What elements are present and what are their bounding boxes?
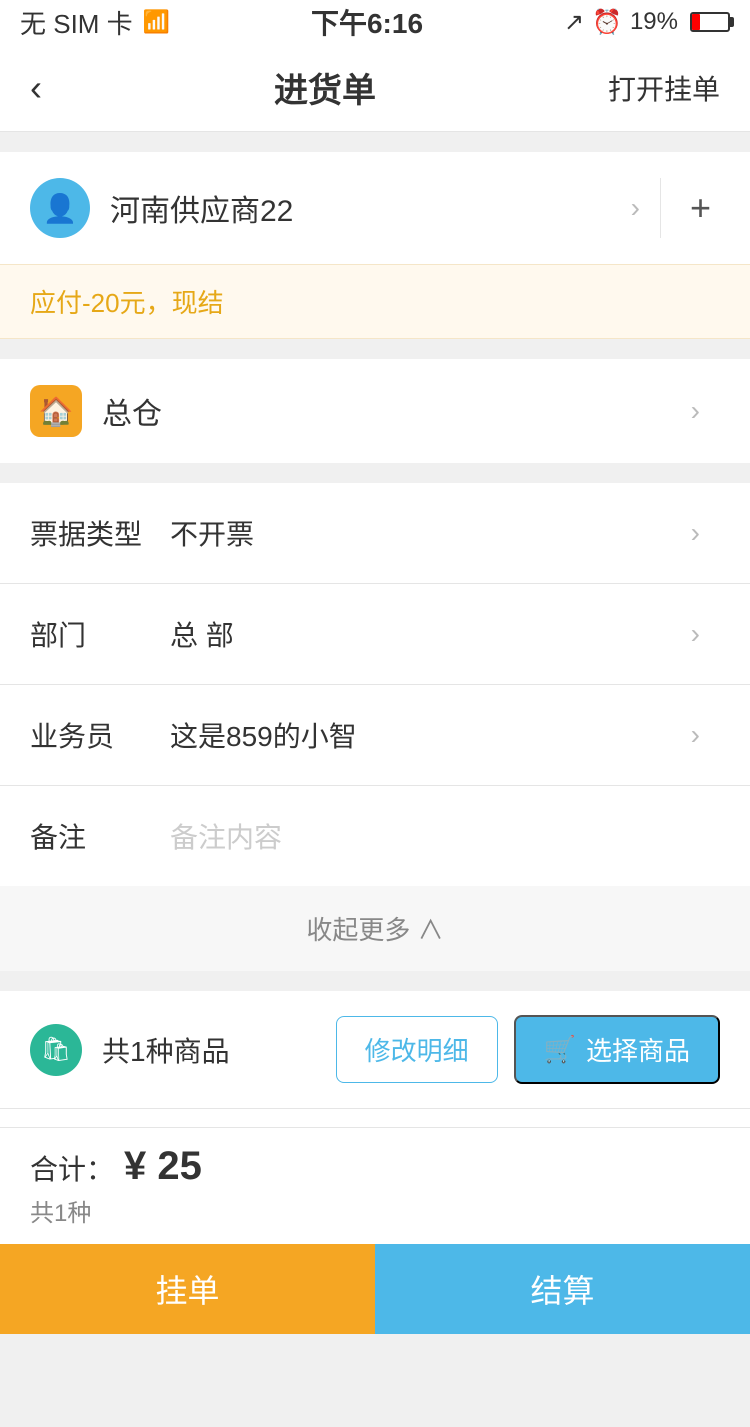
product-icon: 🛍 [30, 1024, 82, 1076]
wifi-icon: 📶 [143, 9, 170, 35]
action-buttons: 挂单 结算 [0, 1244, 750, 1334]
settle-button[interactable]: 结算 [375, 1244, 750, 1334]
status-bar: 无 SIM 卡 📶 下午6:16 ↗ ⏰ 19% [0, 0, 750, 44]
pending-button[interactable]: 挂单 [0, 1244, 375, 1334]
supplier-row: 👤 河南供应商22 › + [0, 152, 750, 264]
dept-chevron-icon: › [691, 618, 700, 650]
product-header: 🛍 共1种商品 修改明细 🛒 选择商品 [0, 991, 750, 1108]
separator-2 [0, 339, 750, 359]
dept-label: 部门 [30, 614, 170, 654]
total-bar: 合计： ¥ 25 共1种 [0, 1127, 750, 1244]
invoice-row[interactable]: 票据类型 不开票 › [0, 483, 750, 583]
sales-chevron-icon: › [691, 719, 700, 751]
edit-detail-button[interactable]: 修改明细 [336, 1016, 498, 1083]
warehouse-card[interactable]: 🏠 总仓 › [0, 359, 750, 463]
warehouse-row: 🏠 总仓 › [0, 359, 750, 463]
sales-row[interactable]: 业务员 这是859的小智 › [0, 685, 750, 785]
nav-bar: ‹ 进货单 打开挂单 [0, 44, 750, 132]
separator-3 [0, 463, 750, 483]
collapse-button[interactable]: 收起更多 ∧ [0, 886, 750, 971]
invoice-value: 不开票 [170, 513, 691, 553]
remark-row[interactable]: 备注 备注内容 [0, 786, 750, 886]
status-left: 无 SIM 卡 📶 [20, 4, 170, 41]
open-pending-button[interactable]: 打开挂单 [608, 68, 720, 108]
warning-banner: 应付-20元，现结 [0, 264, 750, 339]
total-sub: 共1种 [30, 1193, 720, 1228]
select-product-icon: 🛒 [544, 1034, 576, 1065]
location-icon: ↗ [564, 8, 584, 37]
time-display: 下午6:16 [311, 2, 423, 42]
dept-value: 总 部 [170, 614, 691, 654]
select-product-button[interactable]: 🛒 选择商品 [514, 1015, 720, 1084]
remark-input[interactable]: 备注内容 [170, 816, 720, 856]
product-count-text: 共1种商品 [102, 1030, 336, 1070]
avatar: 👤 [30, 178, 90, 238]
collapse-label: 收起更多 ∧ [306, 910, 443, 947]
remark-label: 备注 [30, 816, 170, 856]
bottom-bar: 合计： ¥ 25 共1种 挂单 结算 [0, 1127, 750, 1334]
carrier-text: 无 SIM 卡 [20, 4, 133, 41]
invoice-chevron-icon: › [691, 517, 700, 549]
warehouse-name: 总仓 [102, 389, 691, 433]
separator-1 [0, 132, 750, 152]
sales-value: 这是859的小智 [170, 715, 691, 755]
total-label: 合计： [30, 1148, 114, 1188]
invoice-label: 票据类型 [30, 513, 170, 553]
dept-row[interactable]: 部门 总 部 › [0, 584, 750, 684]
alarm-icon: ⏰ [592, 8, 622, 37]
battery-icon [690, 12, 730, 32]
sales-label: 业务员 [30, 715, 170, 755]
warehouse-icon: 🏠 [30, 385, 82, 437]
form-card: 票据类型 不开票 › 部门 总 部 › 业务员 这是859的小智 › 备注 备注… [0, 483, 750, 886]
total-amount: ¥ 25 [124, 1144, 202, 1189]
warehouse-chevron-icon: › [691, 395, 700, 427]
battery-text: 19% [630, 8, 678, 36]
select-product-label: 选择商品 [586, 1031, 690, 1068]
supplier-name: 河南供应商22 [110, 186, 631, 230]
avatar-icon: 👤 [43, 192, 78, 225]
page-title: 进货单 [274, 63, 376, 112]
add-supplier-button[interactable]: + [660, 178, 720, 238]
status-right: ↗ ⏰ 19% [564, 8, 730, 37]
supplier-chevron-icon: › [631, 192, 640, 224]
supplier-card: 👤 河南供应商22 › + 应付-20元，现结 [0, 152, 750, 339]
total-row: 合计： ¥ 25 [30, 1144, 720, 1189]
total-sub-text: 共1种 [30, 1200, 91, 1227]
cart-icon: 🛍 [41, 1035, 71, 1064]
separator-4 [0, 971, 750, 991]
back-button[interactable]: ‹ [30, 67, 42, 109]
